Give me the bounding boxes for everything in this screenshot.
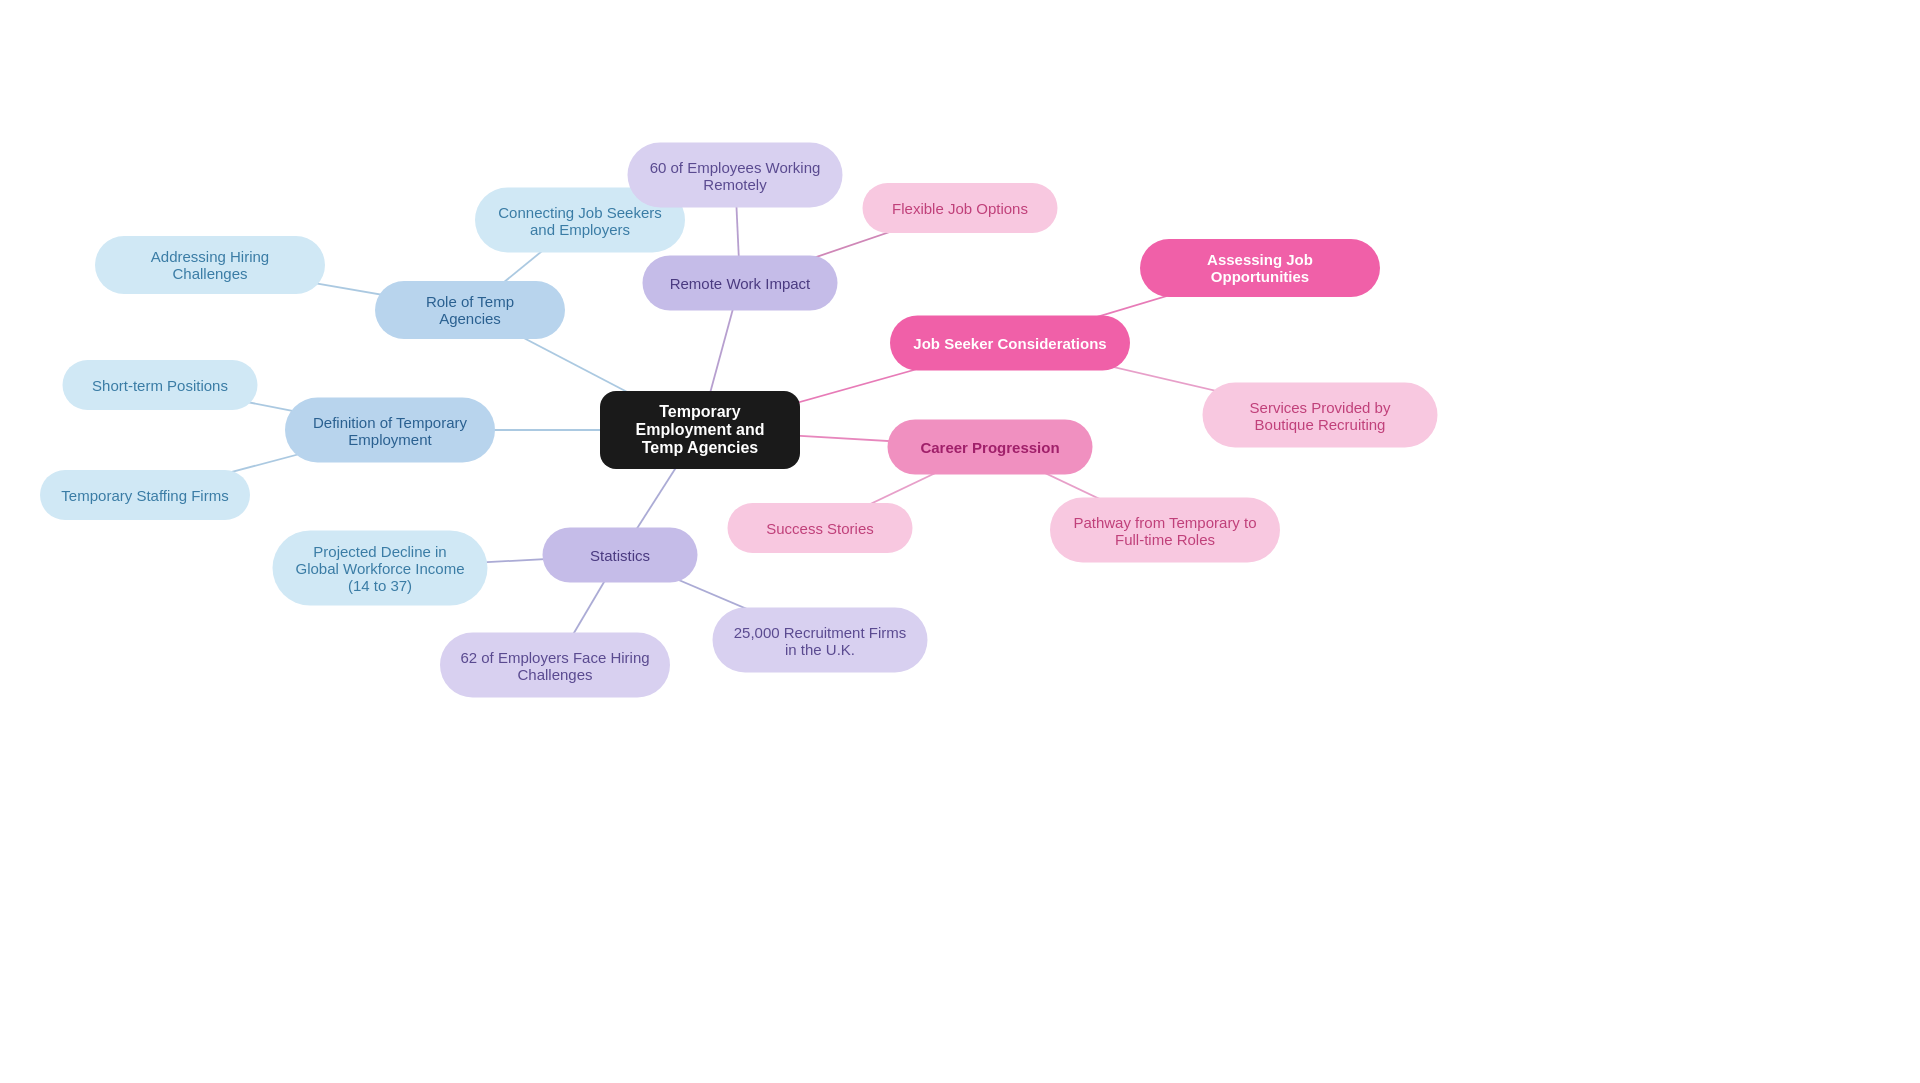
mindmap-container: Temporary Employment and Temp Agencies Ro… <box>0 0 1920 1083</box>
node-role-temp[interactable]: Role of Temp Agencies <box>375 281 565 339</box>
node-career-prog[interactable]: Career Progression <box>888 420 1093 475</box>
node-recruitment-firms[interactable]: 25,000 Recruitment Firms in the U.K. <box>713 608 928 673</box>
node-flexible-jobs[interactable]: Flexible Job Options <box>863 183 1058 233</box>
node-assessing[interactable]: Assessing Job Opportunities <box>1140 239 1380 297</box>
node-temp-staffing[interactable]: Temporary Staffing Firms <box>40 470 250 520</box>
node-addressing[interactable]: Addressing Hiring Challenges <box>95 236 325 294</box>
node-short-term[interactable]: Short-term Positions <box>63 360 258 410</box>
node-statistics[interactable]: Statistics <box>543 528 698 583</box>
node-remote-work[interactable]: Remote Work Impact <box>643 256 838 311</box>
node-employers-hiring[interactable]: 62 of Employers Face Hiring Challenges <box>440 633 670 698</box>
node-services-boutique[interactable]: Services Provided by Boutique Recruiting <box>1203 383 1438 448</box>
node-success-stories[interactable]: Success Stories <box>728 503 913 553</box>
node-def-temp[interactable]: Definition of Temporary Employment <box>285 398 495 463</box>
node-employees-remote[interactable]: 60 of Employees Working Remotely <box>628 143 843 208</box>
node-pathway[interactable]: Pathway from Temporary to Full-time Role… <box>1050 498 1280 563</box>
node-job-seeker[interactable]: Job Seeker Considerations <box>890 316 1130 371</box>
center-node[interactable]: Temporary Employment and Temp Agencies <box>600 391 800 469</box>
node-projected-decline[interactable]: Projected Decline in Global Workforce In… <box>273 531 488 606</box>
